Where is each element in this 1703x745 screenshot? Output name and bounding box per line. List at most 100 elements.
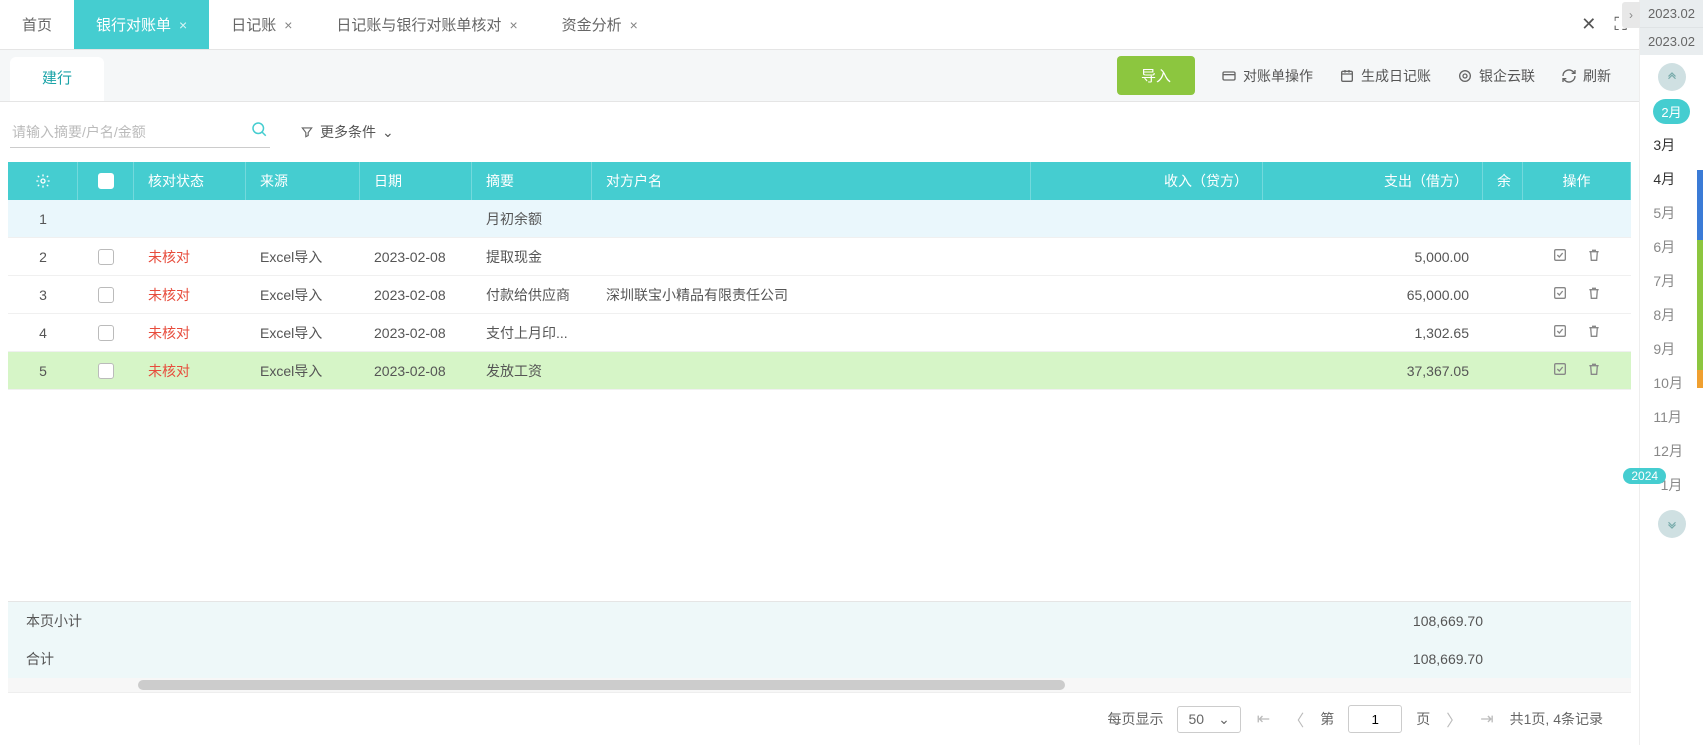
timeline-month[interactable]: 2月 [1653, 99, 1689, 124]
horizontal-scrollbar[interactable] [8, 678, 1631, 692]
col-status: 核对状态 [134, 162, 246, 200]
source-text: Excel导入 [246, 276, 360, 313]
timeline-down-button[interactable] [1658, 510, 1686, 538]
page-info: 共1页, 4条记录 [1510, 709, 1603, 729]
row-checkbox[interactable] [98, 287, 114, 303]
source-text: Excel导入 [246, 314, 360, 351]
card-icon [1221, 68, 1237, 84]
expense-text [1263, 200, 1483, 237]
delete-icon[interactable] [1586, 361, 1602, 380]
income-text [1031, 238, 1263, 275]
timeline-month[interactable]: 9月 [1653, 332, 1689, 366]
tab-label: 日记账与银行对账单核对 [336, 14, 501, 35]
search-input-wrap[interactable] [10, 116, 270, 148]
timeline-month[interactable]: 3月 [1653, 128, 1689, 162]
tab-journal[interactable]: 日记账× [209, 0, 314, 49]
col-party: 对方户名 [592, 162, 1031, 200]
timeline-month[interactable]: 4月 [1653, 162, 1689, 196]
timeline-up-button[interactable] [1658, 63, 1686, 91]
verify-icon[interactable] [1552, 323, 1568, 342]
chevron-down-icon: ⌄ [382, 124, 394, 141]
close-icon[interactable]: × [630, 17, 638, 33]
verify-icon[interactable] [1552, 247, 1568, 266]
row-number: 2 [8, 238, 78, 275]
close-all-icon[interactable]: ✕ [1581, 14, 1596, 35]
timeline-period-end[interactable]: 2023.02 [1640, 27, 1703, 55]
top-tabs: 首页 银行对账单× 日记账× 日记账与银行对账单核对× 资金分析× ✕ ⛶ [0, 0, 1639, 50]
row-checkbox[interactable] [98, 249, 114, 265]
tab-reconcile[interactable]: 日记账与银行对账单核对 × [314, 0, 539, 49]
verify-icon[interactable] [1552, 361, 1568, 380]
expense-text: 1,302.65 [1263, 314, 1483, 351]
memo-text: 支付上月印... [472, 314, 592, 351]
gear-icon[interactable] [35, 173, 51, 189]
month-timeline: › 2023.02 2023.02 2月3月4月5月6月7月8月9月10月11月… [1639, 0, 1703, 745]
account-tabs: 建行 导入 对账单操作 生成日记账 银企云联 刷新 [0, 50, 1639, 102]
refresh-button[interactable]: 刷新 [1561, 66, 1611, 86]
income-text [1031, 352, 1263, 389]
generate-journal-button[interactable]: 生成日记账 [1339, 66, 1431, 86]
date-text: 2023-02-08 [360, 352, 472, 389]
party-text [592, 352, 1031, 389]
delete-icon[interactable] [1586, 285, 1602, 304]
close-icon[interactable]: × [284, 17, 292, 33]
search-input[interactable] [12, 124, 250, 140]
first-page-button[interactable]: ⇤ [1255, 709, 1272, 729]
income-text [1031, 276, 1263, 313]
timeline-month[interactable]: 10月 [1653, 366, 1689, 400]
source-text [246, 200, 360, 237]
row-checkbox[interactable] [98, 363, 114, 379]
tab-analysis[interactable]: 资金分析× [540, 0, 660, 49]
close-icon[interactable]: × [179, 17, 187, 33]
last-page-button[interactable]: ⇥ [1478, 709, 1495, 729]
col-ops: 操作 [1523, 162, 1631, 200]
page-subtotal-row: 本页小计 108,669.70 [8, 602, 1631, 640]
prev-page-button[interactable]: 〈 [1286, 707, 1306, 731]
table-row[interactable]: 2 未核对 Excel导入2023-02-08提取现金 5,000.00 [8, 238, 1631, 276]
import-button[interactable]: 导入 [1117, 56, 1195, 95]
status-text: 未核对 [148, 247, 190, 267]
close-icon[interactable]: × [509, 17, 517, 33]
table-row[interactable]: 1月初余额 [8, 200, 1631, 238]
source-text: Excel导入 [246, 238, 360, 275]
page-size-select[interactable]: 50⌄ [1177, 706, 1240, 733]
summary-rows: 本页小计 108,669.70 合计 108,669.70 [8, 601, 1631, 678]
refresh-icon [1561, 68, 1577, 84]
account-tab-ccb[interactable]: 建行 [10, 57, 104, 101]
table-row[interactable]: 4未核对Excel导入2023-02-08支付上月印...1,302.65 [8, 314, 1631, 352]
calendar-icon [1339, 68, 1355, 84]
statement-ops-button[interactable]: 对账单操作 [1221, 66, 1313, 86]
year-badge: 2024 [1623, 468, 1666, 484]
tab-bank-statement[interactable]: 银行对账单× [74, 0, 209, 49]
date-text: 2023-02-08 [360, 238, 472, 275]
memo-text: 提取现金 [472, 238, 592, 275]
timeline-period-start[interactable]: 2023.02 [1640, 0, 1703, 27]
table-row[interactable]: 5未核对Excel导入2023-02-08发放工资37,367.05 [8, 352, 1631, 390]
delete-icon[interactable] [1586, 323, 1602, 342]
row-checkbox[interactable] [98, 325, 114, 341]
more-conditions-button[interactable]: 更多条件 ⌄ [300, 122, 394, 142]
timeline-month[interactable]: 5月 [1653, 196, 1689, 230]
next-page-button[interactable]: 〉 [1444, 707, 1464, 731]
col-expense: 支出（借方） [1263, 162, 1483, 200]
party-text [592, 238, 1031, 275]
timeline-collapse-button[interactable]: › [1622, 2, 1640, 28]
timeline-month[interactable]: 8月 [1653, 298, 1689, 332]
income-text [1031, 200, 1263, 237]
table-row[interactable]: 3未核对Excel导入2023-02-08付款给供应商深圳联宝小精品有限责任公司… [8, 276, 1631, 314]
timeline-month[interactable]: 6月 [1653, 230, 1689, 264]
timeline-month[interactable]: 11月 [1653, 400, 1689, 434]
expense-text: 5,000.00 [1263, 238, 1483, 275]
target-icon [1457, 68, 1473, 84]
tab-home[interactable]: 首页 [0, 0, 74, 49]
source-text: Excel导入 [246, 352, 360, 389]
timeline-month[interactable]: 12月 [1653, 434, 1689, 468]
verify-icon[interactable] [1552, 285, 1568, 304]
page-input[interactable] [1348, 705, 1402, 733]
bank-cloud-button[interactable]: 银企云联 [1457, 66, 1535, 86]
status-text: 未核对 [148, 361, 190, 381]
search-icon[interactable] [250, 120, 268, 143]
delete-icon[interactable] [1586, 247, 1602, 266]
timeline-month[interactable]: 7月 [1653, 264, 1689, 298]
select-all-checkbox[interactable] [98, 173, 114, 189]
